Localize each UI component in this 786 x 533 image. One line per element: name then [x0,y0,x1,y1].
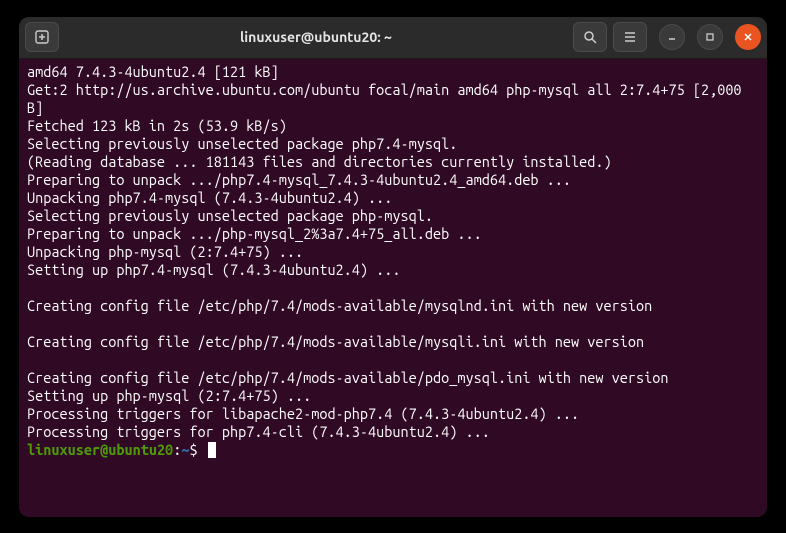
terminal-line: Creating config file /etc/php/7.4/mods-a… [27,369,668,386]
terminal-line: Selecting previously unselected package … [27,135,457,152]
search-icon [583,30,597,44]
terminal-line: Unpacking php-mysql (2:7.4+75) ... [27,243,303,260]
prompt-symbol: $ [189,441,197,458]
terminal-line: Preparing to unpack .../php-mysql_2%3a7.… [27,225,482,242]
prompt-user: linuxuser [27,441,100,458]
search-button[interactable] [573,22,607,52]
minimize-button[interactable] [659,24,685,50]
new-tab-icon [34,29,50,45]
menu-button[interactable] [613,22,647,52]
prompt-host: ubuntu20 [108,441,173,458]
terminal-line: Fetched 123 kB in 2s (53.9 kB/s) [27,117,287,134]
prompt-at: @ [100,441,108,458]
hamburger-icon [623,30,637,44]
terminal-window: linuxuser@ubuntu20: ~ [19,17,767,517]
terminal-line: Processing triggers for libapache2-mod-p… [27,405,579,422]
maximize-icon [705,32,715,42]
terminal-line: Unpacking php7.4-mysql (7.4.3-4ubuntu2.4… [27,189,392,206]
terminal-line: amd64 7.4.3-4ubuntu2.4 [121 kB] [27,63,279,80]
terminal-line: Creating config file /etc/php/7.4/mods-a… [27,333,644,350]
terminal-line: Processing triggers for php7.4-cli (7.4.… [27,423,490,440]
cursor [208,442,216,458]
close-button[interactable] [735,24,761,50]
minimize-icon [667,32,677,42]
terminal-line: Selecting previously unselected package … [27,207,433,224]
terminal-line: Get:2 http://us.archive.ubuntu.com/ubunt… [27,81,750,116]
terminal-line: Setting up php7.4-mysql (7.4.3-4ubuntu2.… [27,261,401,278]
terminal-line: (Reading database ... 181143 files and d… [27,153,612,170]
terminal-line: Preparing to unpack .../php7.4-mysql_7.4… [27,171,571,188]
titlebar: linuxuser@ubuntu20: ~ [19,17,767,59]
terminal-line: Creating config file /etc/php/7.4/mods-a… [27,297,652,314]
close-icon [743,32,753,42]
terminal-output[interactable]: amd64 7.4.3-4ubuntu2.4 [121 kB] Get:2 ht… [19,59,767,517]
terminal-line: Setting up php-mysql (2:7.4+75) ... [27,387,311,404]
window-title: linuxuser@ubuntu20: ~ [65,29,567,45]
maximize-button[interactable] [697,24,723,50]
new-tab-button[interactable] [25,22,59,52]
